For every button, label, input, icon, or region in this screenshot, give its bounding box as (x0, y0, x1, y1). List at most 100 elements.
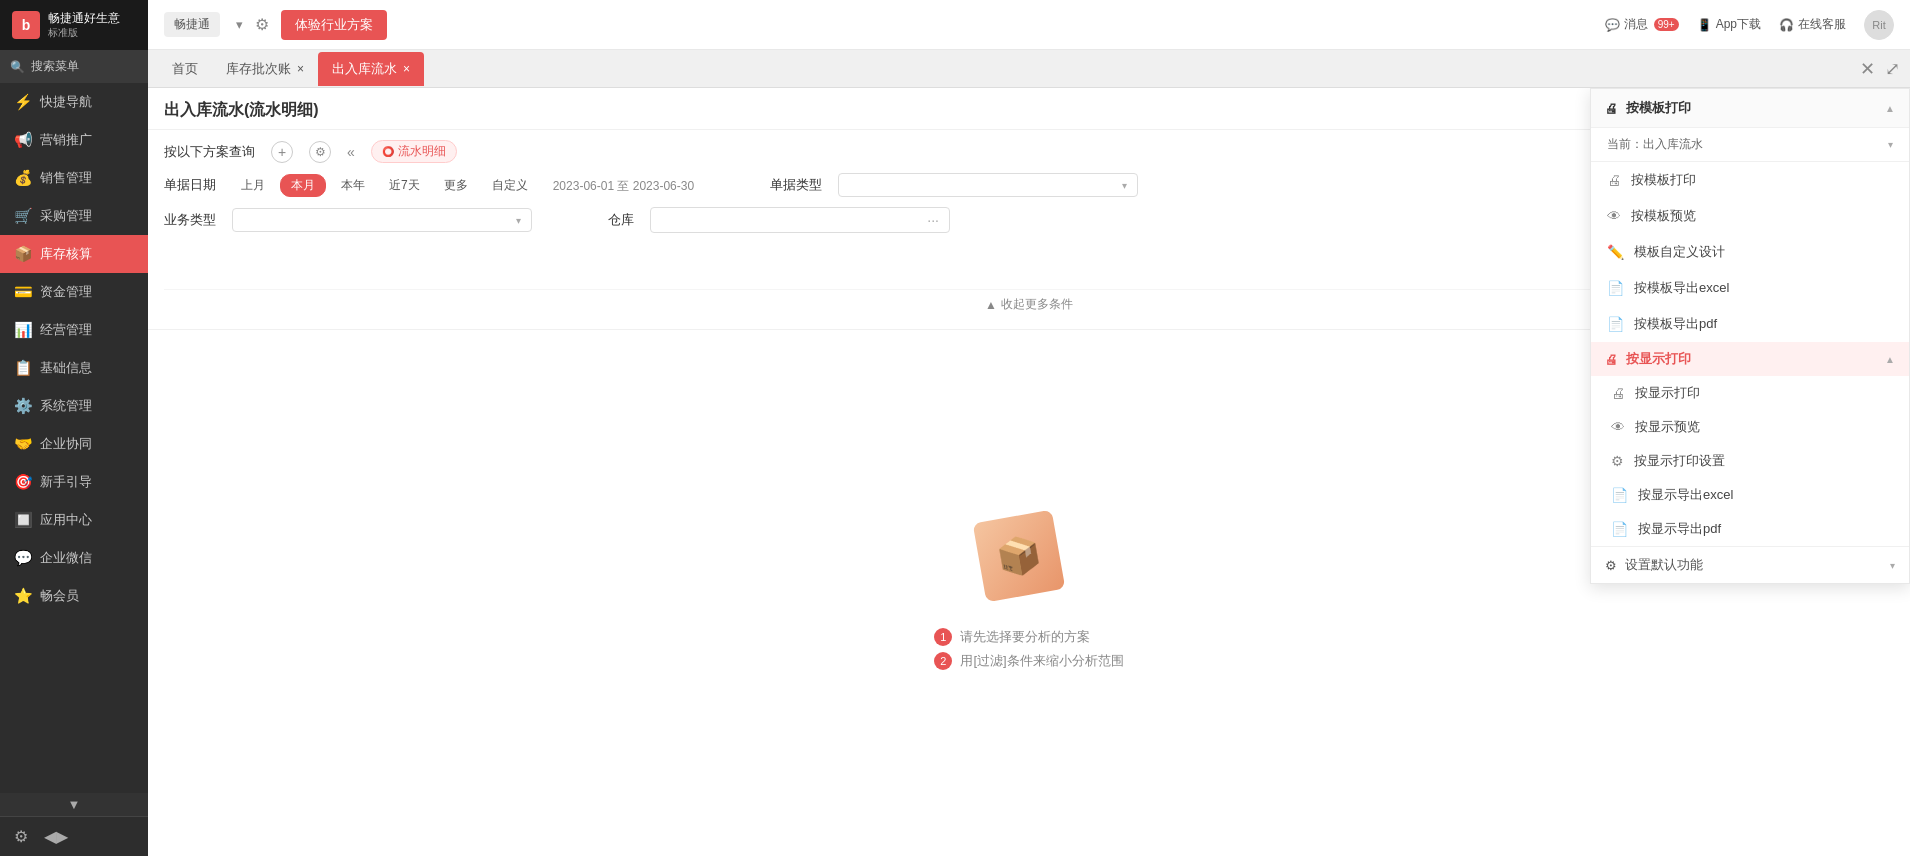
marketing-icon: 📢 (14, 131, 32, 149)
date-filter-group: 上月 本月 本年 近7天 更多 自定义 (232, 174, 537, 197)
date-range-display: 2023-06-01 至 2023-06-30 (553, 178, 694, 195)
user-display[interactable]: 畅捷通 (164, 12, 220, 37)
display-settings-item[interactable]: ⚙ 按显示打印设置 (1591, 444, 1909, 478)
dropdown-collapse-icon[interactable]: ▲ (1885, 103, 1895, 114)
biz-type-select[interactable]: ▾ (232, 208, 532, 232)
date-label: 单据日期 (164, 176, 216, 194)
date-this-month[interactable]: 本月 (280, 174, 326, 197)
tab-bar: 首页 库存批次账 × 出入库流水 × ✕ ⤢ (148, 50, 1910, 88)
system-icon: ⚙️ (14, 397, 32, 415)
close-inout-flow-tab[interactable]: × (403, 62, 410, 76)
guide-icon: 🎯 (14, 473, 32, 491)
topbar-right: 💬 消息 99+ 📱 App下载 🎧 在线客服 Rit (1605, 10, 1894, 40)
sidebar-item-basic[interactable]: 📋 基础信息 (0, 349, 148, 387)
logo-icon: b (12, 11, 40, 39)
cooperation-icon: 🤝 (14, 435, 32, 453)
empty-icon: 📦 (979, 516, 1079, 616)
close-batch-account-tab[interactable]: × (297, 62, 304, 76)
collapse-sidebar-icon[interactable]: ◀▶ (44, 827, 68, 846)
date-custom[interactable]: 自定义 (483, 174, 537, 197)
filter-add-button[interactable]: + (271, 141, 293, 163)
tab-batch-account[interactable]: 库存批次账 × (212, 52, 318, 86)
display-section-collapse[interactable]: ▲ (1885, 354, 1895, 365)
display-export-excel-item[interactable]: 📄 按显示导出excel (1591, 478, 1909, 512)
sidebar-item-guide[interactable]: 🎯 新手引导 (0, 463, 148, 501)
flow-detail-tag[interactable]: ⭕ 流水明细 (371, 140, 457, 163)
date-last-7[interactable]: 近7天 (380, 174, 429, 197)
service-icon: 🎧 (1779, 18, 1794, 32)
empty-steps: 1 请先选择要分析的方案 2 用[过滤]条件来缩小分析范围 (934, 628, 1123, 670)
sidebar-item-inventory[interactable]: 📦 库存核算 (0, 235, 148, 273)
sidebar-item-finance[interactable]: 💳 资金管理 (0, 273, 148, 311)
sidebar: b 畅捷通好生意 标准版 🔍 搜索菜单 ⚡ 快捷导航 📢 营销推广 💰 销售管理… (0, 0, 148, 856)
page-title: 出入库流水(流水明细) (164, 100, 319, 121)
sidebar-item-system[interactable]: ⚙️ 系统管理 (0, 387, 148, 425)
default-settings-icon: ⚙ (1605, 558, 1617, 573)
display-preview-item[interactable]: 👁 按显示预览 (1591, 410, 1909, 444)
sidebar-item-app-center[interactable]: 🔲 应用中心 (0, 501, 148, 539)
template-print-item[interactable]: 🖨 按模板打印 (1591, 162, 1909, 198)
filter-settings-button[interactable]: ⚙ (309, 141, 331, 163)
sidebar-item-cooperation[interactable]: 🤝 企业协同 (0, 425, 148, 463)
display-export-pdf-item[interactable]: 📄 按显示导出pdf (1591, 512, 1909, 546)
message-btn[interactable]: 💬 消息 99+ (1605, 16, 1679, 33)
dropdown-footer[interactable]: ⚙ 设置默认功能 ▾ (1591, 546, 1909, 583)
sidebar-scroll-down[interactable]: ▼ (0, 793, 148, 816)
purchase-icon: 🛒 (14, 207, 32, 225)
template-preview-item[interactable]: 👁 按模板预览 (1591, 198, 1909, 234)
sidebar-logo: b 畅捷通好生意 标准版 (0, 0, 148, 50)
template-customize-icon: ✏️ (1607, 244, 1624, 260)
tab-home[interactable]: 首页 (158, 52, 212, 86)
template-export-pdf-item[interactable]: 📄 按模板导出pdf (1591, 306, 1909, 342)
biz-type-label: 业务类型 (164, 211, 216, 229)
print-panel-icon: 🖨 (1605, 101, 1618, 116)
date-more[interactable]: 更多 (435, 174, 477, 197)
template-customize-item[interactable]: ✏️ 模板自定义设计 (1591, 234, 1909, 270)
close-window-icon[interactable]: ✕ (1860, 58, 1875, 80)
sidebar-item-wechat[interactable]: 💬 企业微信 (0, 539, 148, 577)
online-service-btn[interactable]: 🎧 在线客服 (1779, 16, 1846, 33)
logo-text: 畅捷通好生意 标准版 (48, 11, 120, 40)
sidebar-item-marketing[interactable]: 📢 营销推广 (0, 121, 148, 159)
app-download-btn[interactable]: 📱 App下载 (1697, 16, 1761, 33)
quick-nav-icon: ⚡ (14, 93, 32, 111)
tab-inout-flow[interactable]: 出入库流水 × (318, 52, 424, 86)
avatar[interactable]: Rit (1864, 10, 1894, 40)
topbar: 畅捷通 ▾ ⚙ 体验行业方案 💬 消息 99+ 📱 App下载 🎧 在线客服 R… (148, 0, 1910, 50)
page-content: 出入库流水(流水明细) 🖨 按模板打印 ▲ ⬇ 导出 ↻ 刷新 (148, 88, 1910, 856)
sales-icon: 💰 (14, 169, 32, 187)
maximize-window-icon[interactable]: ⤢ (1885, 58, 1900, 80)
current-template-arrow[interactable]: ▾ (1888, 139, 1893, 150)
date-last-month[interactable]: 上月 (232, 174, 274, 197)
doc-type-select[interactable]: ▾ (838, 173, 1138, 197)
search-menu-button[interactable]: 🔍 搜索菜单 (10, 58, 138, 75)
sidebar-nav: ⚡ 快捷导航 📢 营销推广 💰 销售管理 🛒 采购管理 📦 库存核算 💳 资金管… (0, 83, 148, 793)
topbar-settings-icon[interactable]: ⚙ (255, 15, 269, 34)
settings-icon[interactable]: ⚙ (14, 827, 28, 846)
industry-btn[interactable]: 体验行业方案 (281, 10, 387, 40)
template-export-excel-item[interactable]: 📄 按模板导出excel (1591, 270, 1909, 306)
warehouse-select[interactable]: ··· (650, 207, 950, 233)
display-print-icon: 🖨 (1611, 385, 1625, 401)
sidebar-item-quick-nav[interactable]: ⚡ 快捷导航 (0, 83, 148, 121)
message-icon: 💬 (1605, 18, 1620, 32)
user-dropdown-arrow[interactable]: ▾ (236, 17, 243, 32)
doc-type-dropdown-icon: ▾ (1122, 180, 1127, 191)
biz-type-dropdown-icon: ▾ (516, 215, 521, 226)
date-this-year[interactable]: 本年 (332, 174, 374, 197)
empty-step-2: 2 用[过滤]条件来缩小分析范围 (934, 652, 1123, 670)
display-section-header: 🖨 按显示打印 ▲ (1591, 342, 1909, 376)
template-print-icon: 🖨 (1607, 172, 1621, 188)
sidebar-item-purchase[interactable]: 🛒 采购管理 (0, 197, 148, 235)
empty-step-1: 1 请先选择要分析的方案 (934, 628, 1123, 646)
sidebar-item-operations[interactable]: 📊 经营管理 (0, 311, 148, 349)
doc-type-label: 单据类型 (770, 176, 822, 194)
display-print-item[interactable]: 🖨 按显示打印 (1591, 376, 1909, 410)
template-preview-icon: 👁 (1607, 208, 1621, 224)
sidebar-search[interactable]: 🔍 搜索菜单 (0, 50, 148, 83)
filter-collapse-btn[interactable]: « (347, 144, 355, 160)
warehouse-label: 仓库 (608, 211, 634, 229)
sidebar-item-member[interactable]: ⭐ 畅会员 (0, 577, 148, 615)
sidebar-item-sales[interactable]: 💰 销售管理 (0, 159, 148, 197)
wechat-icon: 💬 (14, 549, 32, 567)
